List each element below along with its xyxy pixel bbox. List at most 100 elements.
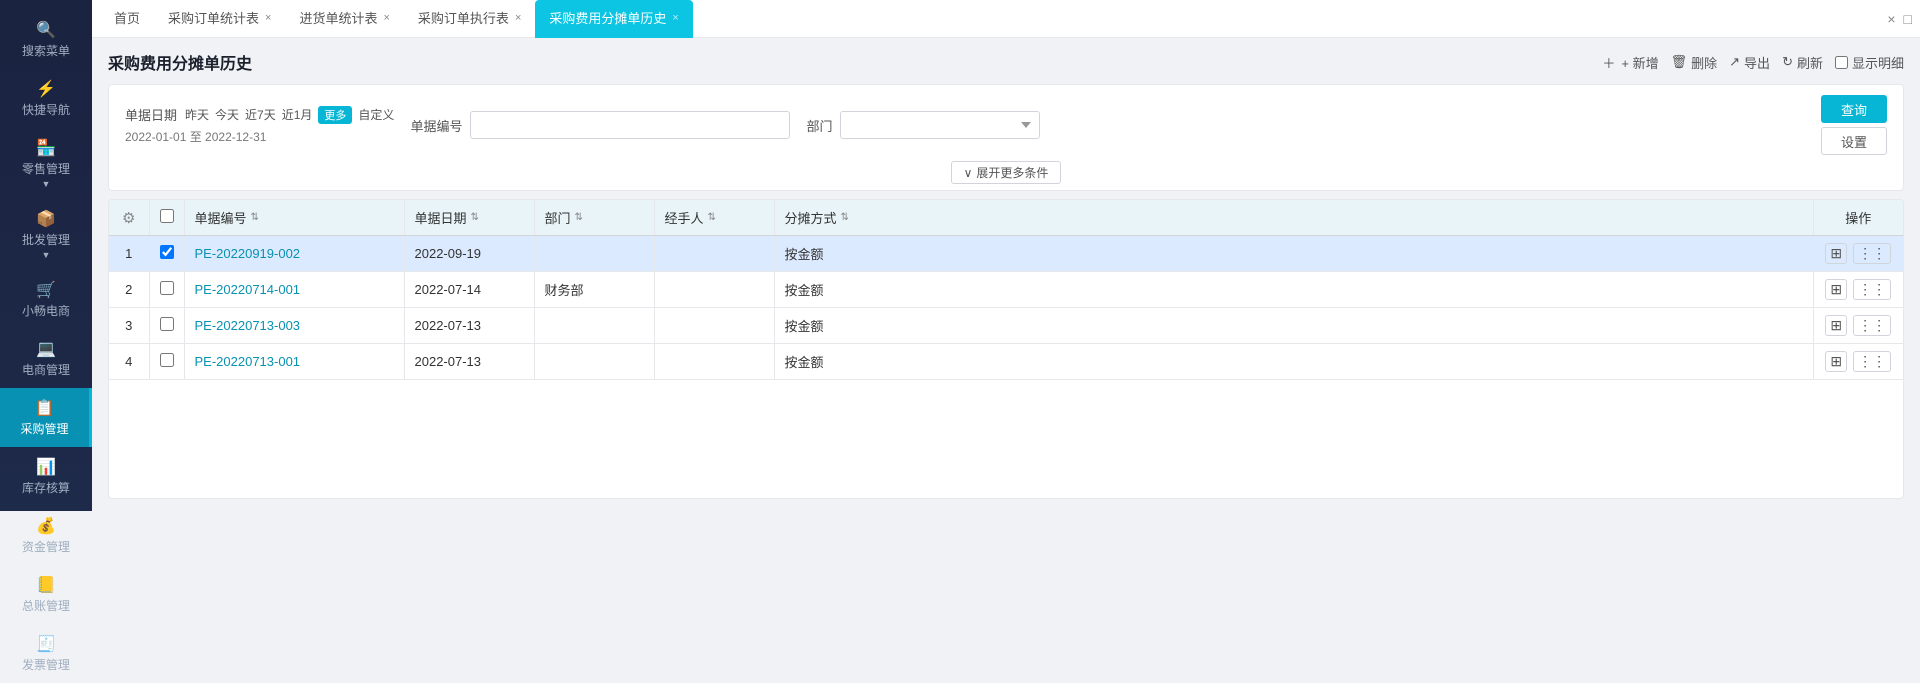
sidebar-item-quick-nav[interactable]: ⚡ 快捷导航 <box>0 69 92 128</box>
tab-purchase-cost-history[interactable]: 采购费用分摊单历史 × <box>535 0 692 38</box>
sidebar-item-search[interactable]: 🔍 搜索菜单 <box>0 10 92 69</box>
view-icon[interactable]: ⊞ <box>1825 351 1847 372</box>
row-checkbox[interactable] <box>160 317 174 331</box>
shortcut-yesterday[interactable]: 昨天 <box>185 106 209 123</box>
export-button[interactable]: ↗ 导出 <box>1729 53 1770 72</box>
th-date-label: 单据日期 <box>415 208 467 227</box>
sidebar: 🔍 搜索菜单 ⚡ 快捷导航 🏪 零售管理 ▼ 📦 批发管理 ▼ 🛒 小畅电商 💻… <box>0 0 92 511</box>
th-dept[interactable]: 部门 ⇅ <box>534 200 654 236</box>
view-icon[interactable]: ⊞ <box>1825 279 1847 300</box>
shortcut-1month[interactable]: 近1月 <box>282 106 313 123</box>
row-checkbox[interactable] <box>160 281 174 295</box>
th-doc-no[interactable]: 单据编号 ⇅ <box>184 200 404 236</box>
sidebar-item-label: 采购管理 <box>20 420 68 437</box>
add-button[interactable]: ＋ + 新增 <box>1602 53 1658 72</box>
th-method[interactable]: 分摊方式 ⇅ <box>774 200 1813 236</box>
row-checkbox[interactable] <box>160 353 174 367</box>
doc-no-link[interactable]: PE-20220713-001 <box>195 354 301 369</box>
table-row: 4 PE-20220713-001 2022-07-13 按金额 <box>109 344 1903 380</box>
show-cols-input[interactable] <box>1835 56 1848 69</box>
sidebar-item-ledger[interactable]: 📒 总账管理 <box>0 565 92 624</box>
row-method: 按金额 <box>774 236 1813 272</box>
th-handler-label: 经手人 <box>665 208 704 227</box>
tab-home[interactable]: 首页 <box>100 0 154 38</box>
shortcut-today[interactable]: 今天 <box>215 106 239 123</box>
date-label: 单据日期 <box>125 105 177 124</box>
sidebar-item-invoice[interactable]: 🧾 发票管理 <box>0 624 92 683</box>
delete-button[interactable]: 🗑 删除 <box>1671 53 1718 72</box>
view-icon[interactable]: ⊞ <box>1825 315 1847 336</box>
tab-close-icon[interactable]: × <box>515 12 521 24</box>
sidebar-item-wholesale[interactable]: 📦 批发管理 ▼ <box>0 199 92 270</box>
expand-button[interactable]: ∨ 展开更多条件 <box>951 161 1062 184</box>
sidebar-item-label: 搜索菜单 <box>22 42 70 59</box>
th-settings: ⚙ <box>109 200 149 236</box>
tab-purchase-order-stats[interactable]: 采购订单统计表 × <box>154 0 285 38</box>
ecommerce-icon: 💻 <box>36 339 56 359</box>
date-filter-top: 单据日期 昨天 今天 近7天 近1月 更多 自定义 <box>125 105 394 124</box>
dept-label: 部门 <box>806 116 832 135</box>
sidebar-item-purchase[interactable]: 📋 采购管理 <box>0 388 92 447</box>
shortcut-7days[interactable]: 近7天 <box>245 106 276 123</box>
th-handler[interactable]: 经手人 ⇅ <box>654 200 774 236</box>
action-buttons: 查询 设置 <box>1821 95 1887 155</box>
toolbar: ＋ + 新增 🗑 删除 ↗ 导出 ↻ 刷新 显示明细 <box>1602 53 1904 72</box>
more-icon[interactable]: ⋮⋮ <box>1853 279 1891 300</box>
tab-goods-receipt-stats[interactable]: 进货单统计表 × <box>285 0 403 38</box>
shortcut-more[interactable]: 更多 <box>318 106 352 124</box>
row-checkbox[interactable] <box>160 245 174 259</box>
more-icon[interactable]: ⋮⋮ <box>1853 351 1891 372</box>
row-num: 1 <box>109 236 149 272</box>
more-icon[interactable]: ⋮⋮ <box>1853 243 1891 264</box>
tab-purchase-order-exec[interactable]: 采购订单执行表 × <box>404 0 535 38</box>
th-checkbox <box>149 200 184 236</box>
row-dept <box>534 236 654 272</box>
more-icon[interactable]: ⋮⋮ <box>1853 315 1891 336</box>
export-label: 导出 <box>1744 53 1770 72</box>
shortcut-custom[interactable]: 自定义 <box>358 106 394 123</box>
settings-gear-icon[interactable]: ⚙ <box>122 210 135 227</box>
doc-no-link[interactable]: PE-20220714-001 <box>195 282 301 297</box>
date-range-text: 2022-01-01 至 2022-12-31 <box>125 130 266 144</box>
sidebar-item-retail[interactable]: 🏪 零售管理 ▼ <box>0 128 92 199</box>
show-cols-checkbox[interactable]: 显示明细 <box>1835 53 1904 72</box>
doc-no-link[interactable]: PE-20220713-003 <box>195 318 301 333</box>
sidebar-item-label: 总账管理 <box>22 597 70 614</box>
view-icon[interactable]: ⊞ <box>1825 243 1847 264</box>
doc-no-link[interactable]: PE-20220919-002 <box>195 246 301 261</box>
row-date: 2022-07-13 <box>404 308 534 344</box>
sort-icon: ⇅ <box>575 212 583 223</box>
doc-no-filter: 单据编号 <box>410 111 790 139</box>
th-date[interactable]: 单据日期 ⇅ <box>404 200 534 236</box>
row-num: 4 <box>109 344 149 380</box>
refresh-label: 刷新 <box>1797 53 1823 72</box>
sort-icon: ⇅ <box>708 212 716 223</box>
settings-button[interactable]: 设置 <box>1821 127 1887 155</box>
tab-close-icon[interactable]: × <box>383 12 389 24</box>
sidebar-item-finance[interactable]: 💰 资金管理 <box>0 506 92 565</box>
retail-icon: 🏪 <box>36 138 56 158</box>
sidebar-item-label: 零售管理 <box>22 160 70 177</box>
sidebar-item-label: 批发管理 <box>22 231 70 248</box>
expand-icon: ∨ <box>964 166 973 180</box>
query-button[interactable]: 查询 <box>1821 95 1887 123</box>
maximize-button[interactable]: □ <box>1904 11 1912 27</box>
purchase-icon: 📋 <box>35 398 55 418</box>
sidebar-item-ecommerce[interactable]: 💻 电商管理 <box>0 329 92 388</box>
date-filter-group: 单据日期 昨天 今天 近7天 近1月 更多 自定义 2022-01-01 至 2… <box>125 105 394 145</box>
tab-close-icon[interactable]: × <box>672 12 678 24</box>
delete-label: 删除 <box>1691 53 1717 72</box>
refresh-button[interactable]: ↻ 刷新 <box>1782 53 1823 72</box>
table-body: 1 PE-20220919-002 2022-09-19 按金额 <box>109 236 1903 380</box>
select-all-checkbox[interactable] <box>160 209 174 223</box>
tab-close-icon[interactable]: × <box>265 12 271 24</box>
row-action: ⊞ ⋮⋮ <box>1813 344 1903 380</box>
minimize-button[interactable]: × <box>1887 11 1895 27</box>
doc-no-input[interactable] <box>470 111 790 139</box>
tab-label: 进货单统计表 <box>299 8 377 27</box>
sidebar-item-mini-shop[interactable]: 🛒 小畅电商 <box>0 270 92 329</box>
mini-shop-icon: 🛒 <box>36 280 56 300</box>
sidebar-item-inventory[interactable]: 📊 库存核算 <box>0 447 92 506</box>
dept-select[interactable] <box>840 111 1040 139</box>
finance-icon: 💰 <box>36 516 56 536</box>
